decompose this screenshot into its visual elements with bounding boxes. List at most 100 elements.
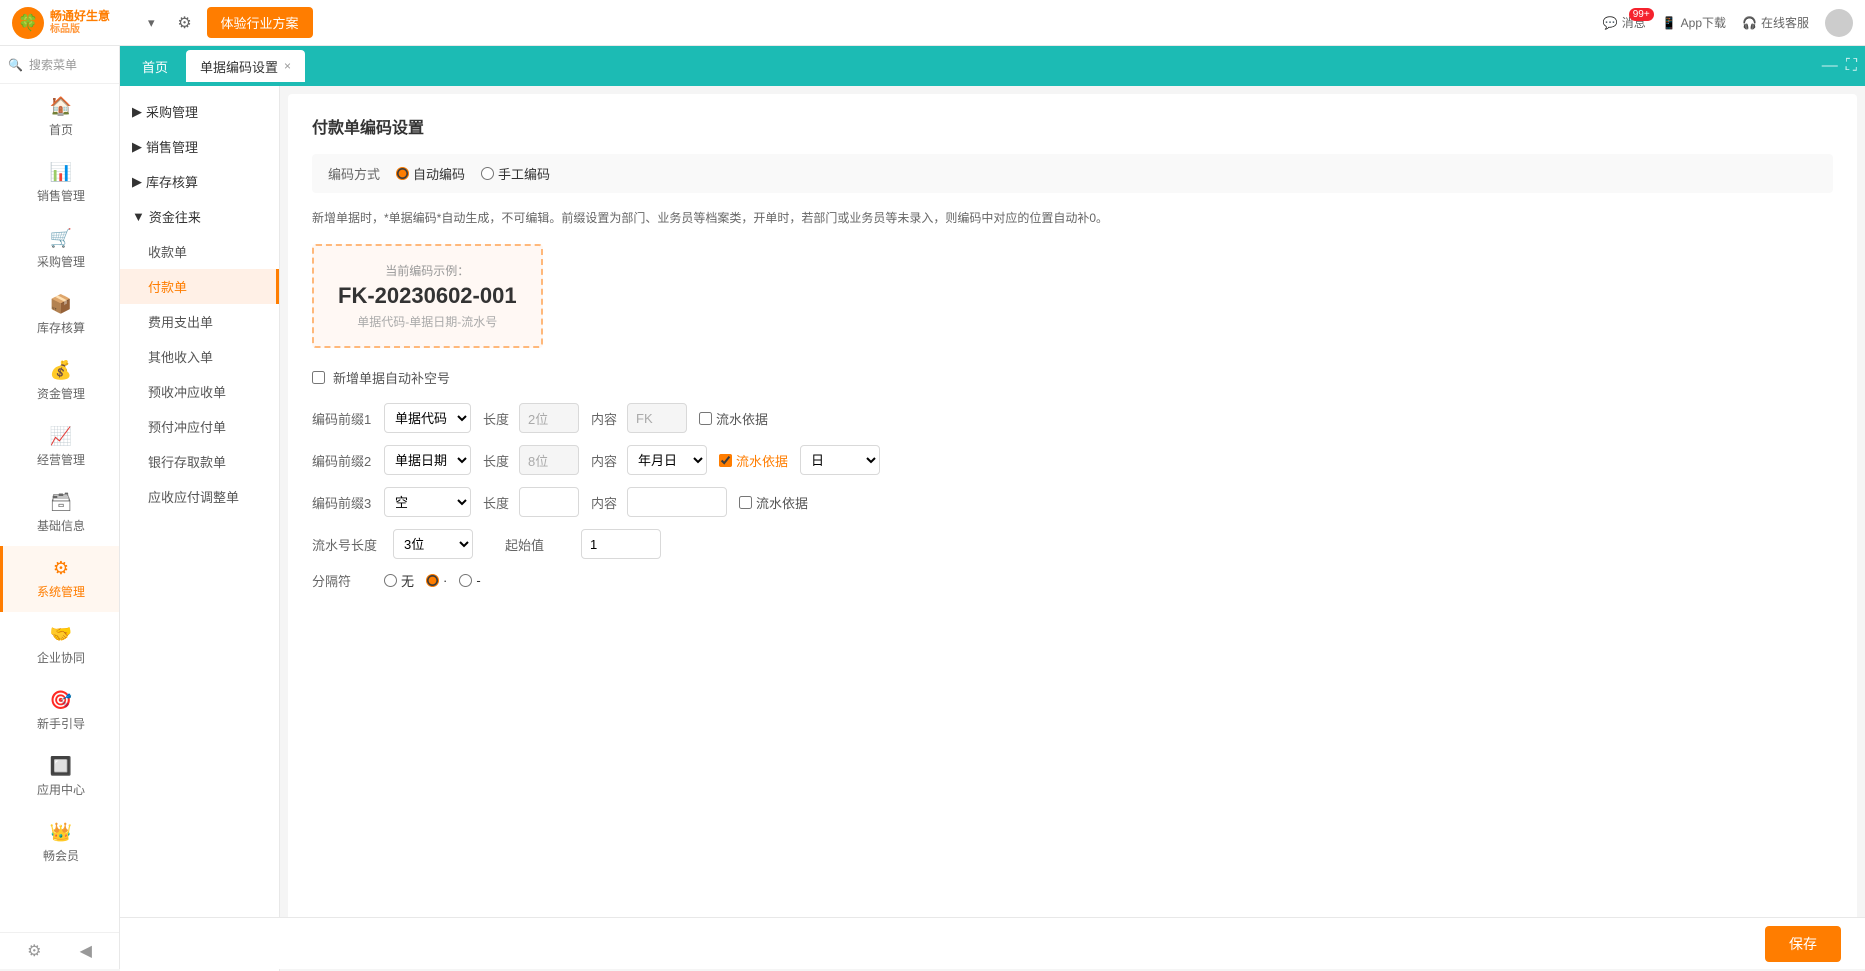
separator-dash-radio[interactable]	[459, 574, 472, 587]
manual-encode-option[interactable]: 手工编码	[481, 164, 550, 183]
serial-length-row: 流水号长度 3位 4位 5位 6位 起始值	[312, 529, 1833, 559]
download-icon: 📱	[1662, 16, 1677, 30]
separator-label: 分隔符	[312, 571, 372, 590]
sub-sidebar-group-sales: ▶ 销售管理	[120, 129, 279, 164]
prefix2-serial-unit-select[interactable]: 日 月 年	[800, 445, 880, 475]
separator-none-radio[interactable]	[384, 574, 397, 587]
sub-sidebar-purchase[interactable]: ▶ 采购管理	[120, 94, 279, 129]
settings-icon[interactable]: ⚙	[171, 9, 199, 37]
sidebar-item-sales[interactable]: 📊 销售管理	[0, 150, 119, 216]
app-download-button[interactable]: 📱 App下载	[1662, 14, 1726, 31]
sub-sidebar-capital[interactable]: ▼ 资金往来	[120, 199, 279, 234]
topbar-right: 💬 消息 99+ 📱 App下载 🎧 在线客服	[1603, 9, 1853, 37]
encoding-method-label: 编码方式	[328, 164, 380, 183]
auto-encode-option[interactable]: 自动编码	[396, 164, 465, 183]
sub-sidebar-item-payment[interactable]: 付款单	[120, 269, 279, 304]
preview-code: FK-20230602-001	[338, 283, 517, 309]
separator-dot-option[interactable]: ·	[426, 573, 447, 588]
sub-sidebar-item-prepay-receipt[interactable]: 预收冲应收单	[120, 374, 279, 409]
prefix2-select[interactable]: 单据日期 部门 业务员 仓库 空	[384, 445, 471, 475]
nav-dropdown[interactable]: ▾	[140, 11, 163, 35]
sidebar-item-guide[interactable]: 🎯 新手引导	[0, 678, 119, 744]
chevron-down-icon: ▾	[148, 15, 155, 31]
apps-icon: 🔲	[50, 756, 72, 777]
prefix2-length-group: 长度	[483, 445, 579, 475]
prefix3-select[interactable]: 空 单据代码 部门 业务员 仓库	[384, 487, 471, 517]
messages-button[interactable]: 💬 消息 99+	[1603, 14, 1646, 31]
prefix3-length-input[interactable]	[519, 487, 579, 517]
sidebar-item-apps[interactable]: 🔲 应用中心	[0, 744, 119, 810]
avatar[interactable]	[1825, 9, 1853, 37]
sidebar-item-member[interactable]: 👑 畅会员	[0, 810, 119, 876]
sidebar-collapse-icon[interactable]: ◀	[80, 941, 92, 961]
prefix3-length-group: 长度	[483, 487, 579, 517]
manual-encode-radio[interactable]	[481, 167, 494, 180]
prefix1-length-label: 长度	[483, 409, 511, 428]
sub-sidebar-item-bank-deposit[interactable]: 银行存取款单	[120, 444, 279, 479]
basic-icon: 🗃	[50, 492, 73, 513]
tab-expand-icon[interactable]: ⛶	[1846, 57, 1857, 75]
prefix1-length-input	[519, 403, 579, 433]
tab-home[interactable]: 首页	[128, 50, 182, 82]
prefix3-serial-checkbox[interactable]	[739, 496, 752, 509]
guide-icon: 🎯	[50, 690, 72, 711]
content-area: ▶ 采购管理 ▶ 销售管理 ▶ 库存核算 ▼ 资金往来	[120, 86, 1865, 971]
enterprise-icon: 🤝	[50, 624, 72, 645]
main-wrapper: 首页 单据编码设置 × — ⛶ ▶ 采购管理 ▶ 销售管理	[120, 46, 1865, 971]
prefix2-serial-check[interactable]: 流水依据	[719, 451, 788, 470]
sidebar-item-finance[interactable]: 💰 资金管理	[0, 348, 119, 414]
sub-sidebar-item-prepay-payment[interactable]: 预付冲应付单	[120, 409, 279, 444]
auto-fill-checkbox[interactable]	[312, 371, 325, 384]
separator-dash-option[interactable]: -	[459, 573, 480, 588]
prefix1-select[interactable]: 单据代码 部门 业务员 仓库 空	[384, 403, 471, 433]
member-icon: 👑	[50, 822, 72, 843]
prefix2-content-label: 内容	[591, 451, 619, 470]
prefix2-length-input	[519, 445, 579, 475]
chevron-right-icon2: ▶	[132, 139, 142, 155]
trial-button[interactable]: 体验行业方案	[207, 7, 313, 38]
prefix1-serial-check[interactable]: 流水依据	[699, 409, 768, 428]
topbar-nav: ▾ ⚙ 体验行业方案	[140, 7, 313, 38]
tab-minimize-icon[interactable]: —	[1822, 57, 1838, 75]
sidebar-item-purchase[interactable]: 🛒 采购管理	[0, 216, 119, 282]
sidebar-search[interactable]: 🔍 搜索菜单	[0, 46, 119, 84]
save-button[interactable]: 保存	[1765, 926, 1841, 962]
prefix2-content-group: 内容 年月日 年月 年	[591, 445, 707, 475]
sidebar-item-system[interactable]: ⚙ 系统管理	[0, 546, 119, 612]
prefix3-label: 编码前缀3	[312, 493, 372, 512]
sub-sidebar-item-expense[interactable]: 费用支出单	[120, 304, 279, 339]
sidebar-item-inventory[interactable]: 📦 库存核算	[0, 282, 119, 348]
sidebar-item-home[interactable]: 🏠 首页	[0, 84, 119, 150]
sub-sidebar-inventory[interactable]: ▶ 库存核算	[120, 164, 279, 199]
preview-label: 当前编码示例：	[338, 262, 517, 279]
separator-none-option[interactable]: 无	[384, 571, 414, 590]
sub-sidebar-item-other-income[interactable]: 其他收入单	[120, 339, 279, 374]
sub-sidebar-sales[interactable]: ▶ 销售管理	[120, 129, 279, 164]
logo-icon: 🍀	[12, 7, 44, 39]
serial-length-select[interactable]: 3位 4位 5位 6位	[393, 529, 473, 559]
sidebar-item-enterprise[interactable]: 🤝 企业协同	[0, 612, 119, 678]
preview-desc: 单据代码-单据日期-流水号	[338, 313, 517, 330]
sidebar-item-basic[interactable]: 🗃 基础信息	[0, 480, 119, 546]
prefix3-content-input[interactable]	[627, 487, 727, 517]
prefix3-serial-check[interactable]: 流水依据	[739, 493, 808, 512]
tab-close-icon[interactable]: ×	[284, 59, 291, 73]
auto-encode-radio[interactable]	[396, 167, 409, 180]
tab-encoding-settings[interactable]: 单据编码设置 ×	[186, 50, 305, 82]
online-service-button[interactable]: 🎧 在线客服	[1742, 14, 1809, 31]
sub-sidebar-item-receipt[interactable]: 收款单	[120, 234, 279, 269]
sidebar-settings-icon[interactable]: ⚙	[27, 941, 41, 961]
sub-sidebar-group-capital: ▼ 资金往来 收款单 付款单 费用支出单 其他收入单 预收冲应收单	[120, 199, 279, 514]
prefix2-serial-checkbox[interactable]	[719, 454, 732, 467]
system-icon: ⚙	[53, 558, 69, 579]
prefix2-content-select[interactable]: 年月日 年月 年	[627, 445, 707, 475]
prefix1-serial-checkbox[interactable]	[699, 412, 712, 425]
separator-dot-radio[interactable]	[426, 574, 439, 587]
sub-sidebar-item-adjust[interactable]: 应收应付调整单	[120, 479, 279, 514]
prefix3-length-label: 长度	[483, 493, 511, 512]
serial-length-label: 流水号长度	[312, 535, 377, 554]
sidebar-item-operation[interactable]: 📈 经营管理	[0, 414, 119, 480]
prefix3-content-group: 内容	[591, 487, 727, 517]
service-icon: 🎧	[1742, 16, 1757, 30]
serial-start-input[interactable]	[581, 529, 661, 559]
